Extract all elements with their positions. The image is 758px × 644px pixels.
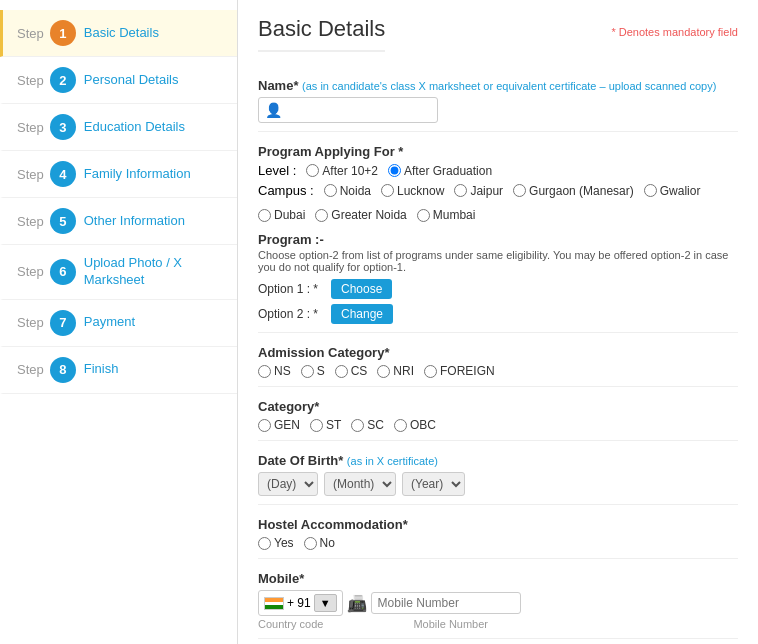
level-radio-after-graduation[interactable] [388, 164, 401, 177]
hostel-yes[interactable]: Yes [258, 536, 294, 550]
page-title: Basic Details [258, 16, 385, 52]
mobile-country-code: + 91 [287, 596, 311, 610]
category-gen[interactable]: GEN [258, 418, 300, 432]
main-content: Basic Details * Denotes mandatory field … [238, 0, 758, 644]
option2-change-button[interactable]: Change [331, 304, 393, 324]
hostel-group: Yes No [258, 536, 738, 550]
sidebar-item-payment[interactable]: Step 7 Payment [0, 300, 237, 347]
campus-dubai[interactable]: Dubai [258, 208, 305, 222]
mobile-label: Mobile* [258, 571, 738, 586]
campus-radio-group: Campus : Noida Lucknow Jaipur Gurgaon (M… [258, 183, 738, 222]
campus-mumbai[interactable]: Mumbai [417, 208, 476, 222]
step-word-7: Step [17, 315, 44, 330]
mobile-country-dropdown[interactable]: ▼ [314, 594, 337, 612]
campus-jaipur[interactable]: Jaipur [454, 184, 503, 198]
sidebar-item-finish[interactable]: Step 8 Finish [0, 347, 237, 394]
step-word-1: Step [17, 26, 44, 41]
category-st[interactable]: ST [310, 418, 341, 432]
step-word-6: Step [17, 264, 44, 279]
step-label-6: Upload Photo / X Marksheet [84, 255, 223, 289]
campus-gwalior[interactable]: Gwalior [644, 184, 701, 198]
step-circle-6: 6 [50, 259, 76, 285]
fax-icon-mobile: 📠 [347, 594, 367, 613]
campus-gurgaon[interactable]: Gurgaon (Manesar) [513, 184, 634, 198]
category-obc[interactable]: OBC [394, 418, 436, 432]
name-input-wrapper[interactable]: 👤 [258, 97, 438, 123]
dob-day-select[interactable]: (Day) [258, 472, 318, 496]
campus-label: Campus : [258, 183, 314, 198]
option1-label: Option 1 : * [258, 282, 323, 296]
step-label-5: Other Information [84, 213, 185, 230]
admission-nri[interactable]: NRI [377, 364, 414, 378]
step-word-5: Step [17, 214, 44, 229]
step-word-2: Step [17, 73, 44, 88]
step-circle-4: 4 [50, 161, 76, 187]
sidebar-item-personal-details[interactable]: Step 2 Personal Details [0, 57, 237, 104]
sidebar-item-other-information[interactable]: Step 5 Other Information [0, 198, 237, 245]
hostel-no[interactable]: No [304, 536, 335, 550]
step-circle-2: 2 [50, 67, 76, 93]
option1-choose-button[interactable]: Choose [331, 279, 392, 299]
step-label-1: Basic Details [84, 25, 159, 42]
program-note: Choose option-2 from list of programs un… [258, 249, 738, 273]
mobile-number-input[interactable] [371, 592, 521, 614]
option1-row: Option 1 : * Choose [258, 279, 738, 299]
campus-greater-noida[interactable]: Greater Noida [315, 208, 406, 222]
campus-noida[interactable]: Noida [324, 184, 371, 198]
option2-label: Option 2 : * [258, 307, 323, 321]
admission-cs[interactable]: CS [335, 364, 368, 378]
step-label-8: Finish [84, 361, 119, 378]
india-flag-icon [264, 597, 284, 610]
step-word-8: Step [17, 362, 44, 377]
dob-month-select[interactable]: (Month) [324, 472, 396, 496]
level-radio-after10plus2[interactable] [306, 164, 319, 177]
step-circle-7: 7 [50, 310, 76, 336]
mobile-row: + 91 ▼ 📠 [258, 590, 738, 616]
mandatory-note: * Denotes mandatory field [611, 26, 738, 38]
step-circle-8: 8 [50, 357, 76, 383]
admission-category-group: NS S CS NRI FOREIGN [258, 364, 738, 378]
mobile-country-code-box: + 91 ▼ [258, 590, 343, 616]
admission-foreign[interactable]: FOREIGN [424, 364, 495, 378]
step-label-7: Payment [84, 314, 135, 331]
step-label-2: Personal Details [84, 72, 179, 89]
level-label: Level : [258, 163, 296, 178]
step-circle-5: 5 [50, 208, 76, 234]
hostel-label: Hostel Accommodation* [258, 517, 738, 532]
mobile-number-label: Mobile Number [413, 618, 488, 630]
dob-row: (Day) (Month) (Year) [258, 472, 738, 496]
dob-year-select[interactable]: (Year) [402, 472, 465, 496]
category-label: Category* [258, 399, 738, 414]
category-sc[interactable]: SC [351, 418, 384, 432]
person-icon: 👤 [265, 102, 282, 118]
step-word-4: Step [17, 167, 44, 182]
step-label-4: Family Information [84, 166, 191, 183]
sidebar: Step 1 Basic Details Step 2 Personal Det… [0, 0, 238, 644]
name-sub-note: (as in candidate's class X marksheet or … [302, 80, 716, 92]
name-input[interactable] [286, 103, 431, 118]
sidebar-item-basic-details[interactable]: Step 1 Basic Details [0, 10, 237, 57]
program-applying-label: Program Applying For * [258, 144, 738, 159]
step-label-3: Education Details [84, 119, 185, 136]
level-option-after10plus2[interactable]: After 10+2 [306, 164, 378, 178]
category-group: GEN ST SC OBC [258, 418, 738, 432]
sidebar-item-education-details[interactable]: Step 3 Education Details [0, 104, 237, 151]
level-radio-group: Level : After 10+2 After Graduation [258, 163, 738, 178]
program-section-label: Program :- [258, 232, 738, 247]
country-label: Country code [258, 618, 323, 630]
admission-s[interactable]: S [301, 364, 325, 378]
dob-label: Date Of Birth* (as in X certificate) [258, 453, 738, 468]
admission-category-label: Admission Category* [258, 345, 738, 360]
sidebar-item-upload-photo[interactable]: Step 6 Upload Photo / X Marksheet [0, 245, 237, 300]
step-circle-1: 1 [50, 20, 76, 46]
level-option-after-graduation[interactable]: After Graduation [388, 164, 492, 178]
admission-ns[interactable]: NS [258, 364, 291, 378]
campus-lucknow[interactable]: Lucknow [381, 184, 444, 198]
sidebar-item-family-information[interactable]: Step 4 Family Information [0, 151, 237, 198]
step-word-3: Step [17, 120, 44, 135]
dob-sub-note: (as in X certificate) [347, 455, 438, 467]
option2-row: Option 2 : * Change [258, 304, 738, 324]
name-label: Name* (as in candidate's class X markshe… [258, 78, 738, 93]
step-circle-3: 3 [50, 114, 76, 140]
